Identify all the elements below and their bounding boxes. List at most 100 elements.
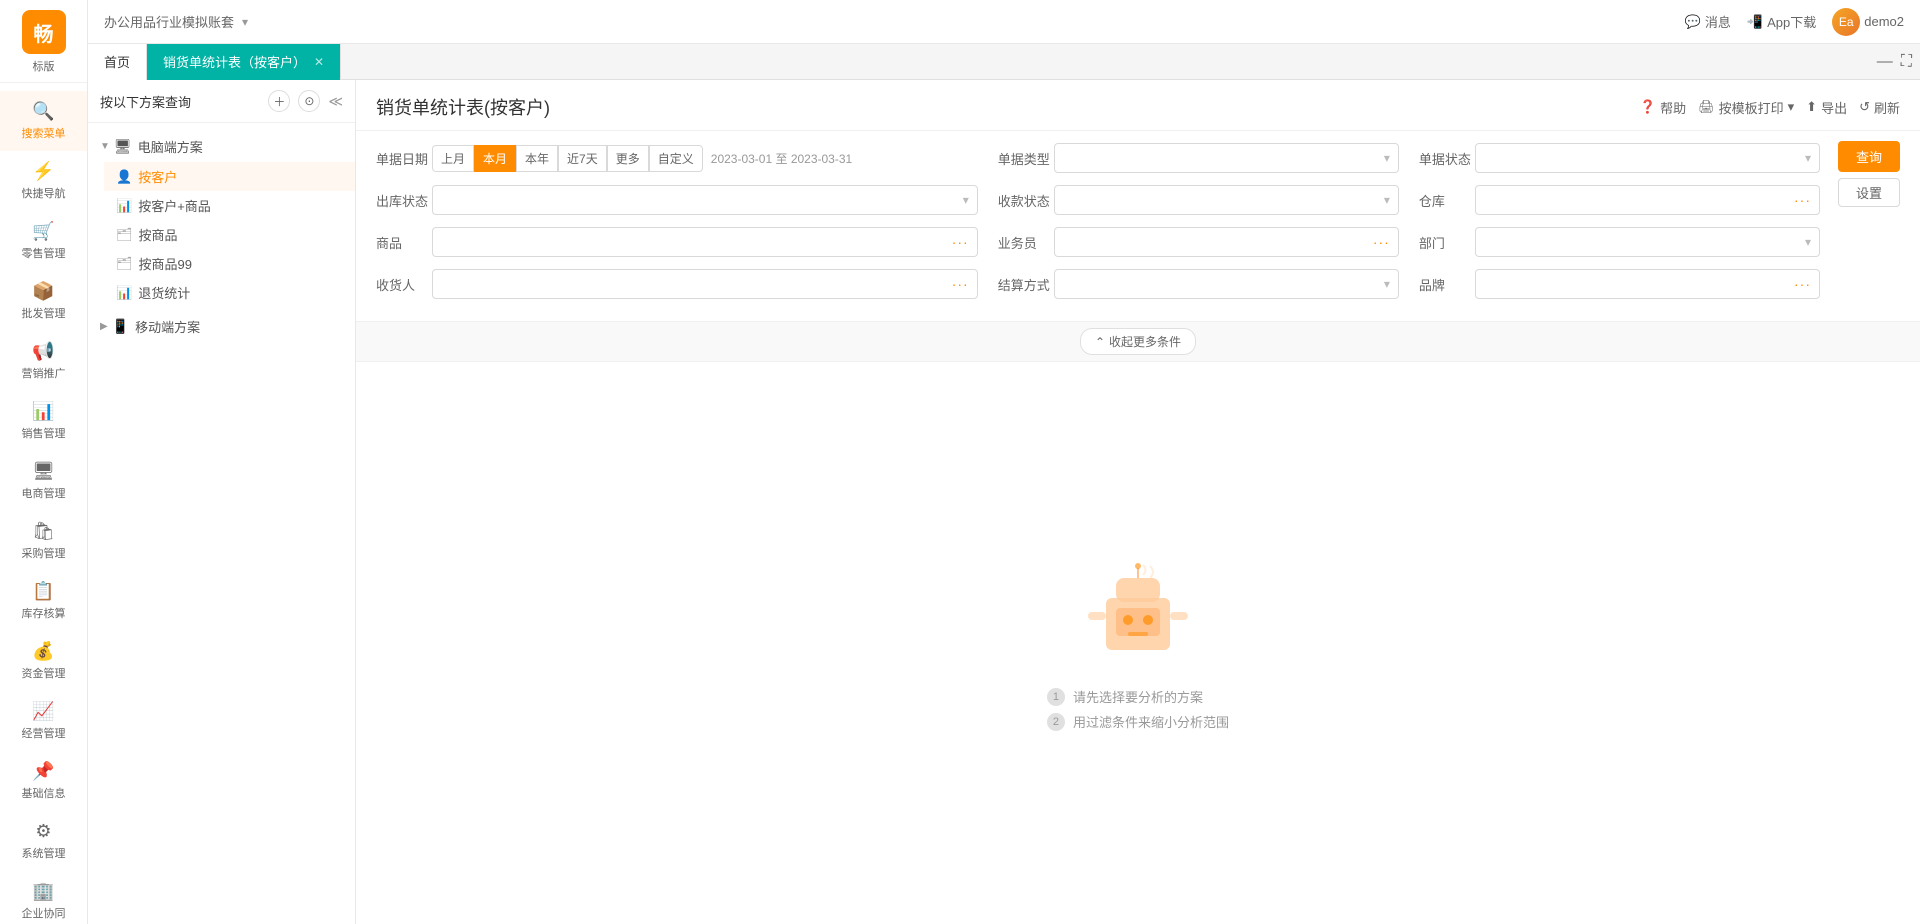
date-range: 2023-03-01 至 2023-03-31	[711, 150, 852, 167]
page-actions: ❓ 帮助 🖨 按模板打印 ▾ ⬆ 导出 ↺ 刷新	[1640, 98, 1900, 117]
brand-filter: 品牌 ···	[1419, 269, 1820, 299]
sidebar-item-search[interactable]: 🔍 搜索菜单	[0, 91, 87, 151]
sidebar-item-sales[interactable]: 📊 销售管理	[0, 391, 87, 451]
doc-status-chevron: ▾	[1805, 151, 1811, 165]
sidebar-item-basic[interactable]: 📌 基础信息	[0, 751, 87, 811]
doc-type-select[interactable]: ▾	[1054, 143, 1399, 173]
collapse-bar[interactable]: ⌃ 收起更多条件	[356, 322, 1920, 362]
doc-type-filter: 单据类型 ▾	[998, 143, 1399, 173]
sidebar-item-ecommerce[interactable]: 🖥 电商管理	[0, 451, 87, 511]
sidebar-item-finance[interactable]: 💰 资金管理	[0, 631, 87, 691]
sidebar-label-finance: 资金管理	[22, 665, 66, 681]
arrow-right-icon: ▶	[100, 321, 108, 332]
doc-status-select[interactable]: ▾	[1475, 143, 1820, 173]
help-label: 帮助	[1660, 98, 1686, 117]
date-label: 单据日期	[376, 149, 432, 168]
print-icon: 🖨	[1698, 99, 1715, 115]
brand-label: 品牌	[1419, 275, 1475, 294]
tab-minimize-icon[interactable]: —	[1877, 53, 1893, 71]
receipt-status-filter: 收款状态 ▾	[998, 185, 1399, 215]
brand-select[interactable]: ···	[1475, 269, 1820, 299]
search-icon: 🔍	[32, 101, 54, 122]
tab-sales-stats[interactable]: 销货单统计表（按客户） ✕	[147, 44, 341, 80]
download-icon: 📲	[1747, 14, 1763, 30]
tree-child-by-product-label: 按商品	[139, 225, 178, 244]
date-more-btn[interactable]: 更多	[607, 145, 649, 172]
user-profile[interactable]: Ea demo2	[1832, 8, 1904, 36]
tab-bar: 首页 销货单统计表（按客户） ✕ — ⛶	[88, 44, 1920, 80]
return-stats-icon: 📊	[116, 285, 132, 301]
print-button[interactable]: 🖨 按模板打印 ▾	[1698, 98, 1794, 117]
step-1-num: 1	[1047, 688, 1065, 706]
department-select[interactable]: ▾	[1475, 227, 1820, 257]
date-buttons: 上月 本月 本年 近7天 更多 自定义	[432, 145, 703, 172]
query-button[interactable]: 查询	[1838, 141, 1900, 172]
sidebar-item-inventory[interactable]: 📋 库存核算	[0, 571, 87, 631]
arrow-down-icon: ▼	[100, 141, 110, 152]
tree-child-return-stats[interactable]: 📊 退货统计	[104, 278, 355, 307]
sidebar-item-operation[interactable]: 📈 经营管理	[0, 691, 87, 751]
product-select[interactable]: ···	[432, 227, 978, 257]
date-last-month-btn[interactable]: 上月	[432, 145, 474, 172]
date-custom-btn[interactable]: 自定义	[649, 145, 703, 172]
warehouse-select[interactable]: ···	[1475, 185, 1820, 215]
sidebar-item-wholesale[interactable]: 📦 批发管理	[0, 271, 87, 331]
sidebar-item-enterprise[interactable]: 🏢 企业协同	[0, 871, 87, 924]
message-button[interactable]: 💬 消息	[1685, 12, 1731, 31]
sidebar-item-shortcuts[interactable]: ⚡ 快捷导航	[0, 151, 87, 211]
date-last7-btn[interactable]: 近7天	[558, 145, 607, 172]
receipt-status-select[interactable]: ▾	[1054, 185, 1399, 215]
sidebar-item-system[interactable]: ⚙ 系统管理	[0, 811, 87, 871]
export-button[interactable]: ⬆ 导出	[1806, 98, 1847, 117]
customer-product-icon: 📊	[116, 198, 132, 214]
finance-icon: 💰	[32, 641, 54, 662]
receiver-dots: ···	[952, 276, 969, 292]
tree-child-by-customer-label: 按客户	[138, 167, 177, 186]
sidebar-label-purchase: 采购管理	[22, 545, 66, 561]
right-content: 销货单统计表(按客户) ❓ 帮助 🖨 按模板打印 ▾ ⬆ 导出	[356, 80, 1920, 924]
sidebar-item-marketing[interactable]: 📢 营销推广	[0, 331, 87, 391]
settings-button[interactable]: 设置	[1838, 178, 1900, 207]
app-dropdown-icon[interactable]: ▾	[242, 15, 248, 29]
tab-close-icon[interactable]: ✕	[314, 55, 324, 69]
tree-child-product-99[interactable]: 🗂 按商品99	[104, 249, 355, 278]
filter-area: 单据日期 上月 本月 本年 近7天 更多 自定义 2023-03-01 至 20…	[356, 131, 1920, 322]
salesperson-dots: ···	[1373, 234, 1390, 250]
tree-child-return-stats-label: 退货统计	[138, 283, 190, 302]
empty-step-2: 2 用过滤条件来缩小分析范围	[1047, 712, 1229, 731]
salesperson-select[interactable]: ···	[1054, 227, 1399, 257]
header-right: 💬 消息 📲 App下载 Ea demo2	[1685, 8, 1904, 36]
department-filter: 部门 ▾	[1419, 227, 1820, 257]
sidebar-label-ecommerce: 电商管理	[22, 485, 66, 501]
tree-node-mobile[interactable]: ▶ 📱 移动端方案	[88, 311, 355, 342]
tab-home[interactable]: 首页	[88, 44, 147, 80]
panel-add-button[interactable]: ＋	[268, 90, 290, 112]
tree-child-by-customer[interactable]: 👤 按客户	[104, 162, 355, 191]
retail-icon: 🛒	[32, 221, 54, 242]
panel-settings-button[interactable]: ⊙	[298, 90, 320, 112]
app-download-button[interactable]: 📲 App下载	[1747, 12, 1816, 31]
tree-child-customer-product[interactable]: 📊 按客户+商品	[104, 191, 355, 220]
date-this-year-btn[interactable]: 本年	[516, 145, 558, 172]
sidebar-item-purchase[interactable]: 🛍 采购管理	[0, 511, 87, 571]
date-this-month-btn[interactable]: 本月	[474, 145, 516, 172]
receiver-select[interactable]: ···	[432, 269, 978, 299]
tree-node-desktop[interactable]: ▼ 🖥 电脑端方案	[88, 131, 355, 162]
collapse-text: ⌃ 收起更多条件	[1080, 328, 1196, 355]
inventory-icon: 📋	[32, 581, 54, 602]
print-label: 按模板打印	[1719, 98, 1784, 117]
sidebar-item-retail[interactable]: 🛒 零售管理	[0, 211, 87, 271]
sidebar-label-system: 系统管理	[22, 845, 66, 861]
settlement-select[interactable]: ▾	[1054, 269, 1399, 299]
tree-desktop-label: 电脑端方案	[138, 137, 203, 156]
date-filter-item: 单据日期 上月 本月 本年 近7天 更多 自定义 2023-03-01 至 20…	[376, 145, 978, 172]
tab-maximize-icon[interactable]: ⛶	[1901, 53, 1912, 71]
refresh-button[interactable]: ↺ 刷新	[1859, 98, 1900, 117]
out-status-select[interactable]: ▾	[432, 185, 978, 215]
receipt-status-label: 收款状态	[998, 191, 1054, 210]
sidebar-label-enterprise: 企业协同	[22, 905, 66, 921]
help-button[interactable]: ❓ 帮助	[1640, 98, 1686, 117]
panel-collapse-button[interactable]: ≪	[328, 93, 343, 110]
settlement-chevron: ▾	[1384, 277, 1390, 291]
tree-child-by-product[interactable]: 🗂 按商品	[104, 220, 355, 249]
